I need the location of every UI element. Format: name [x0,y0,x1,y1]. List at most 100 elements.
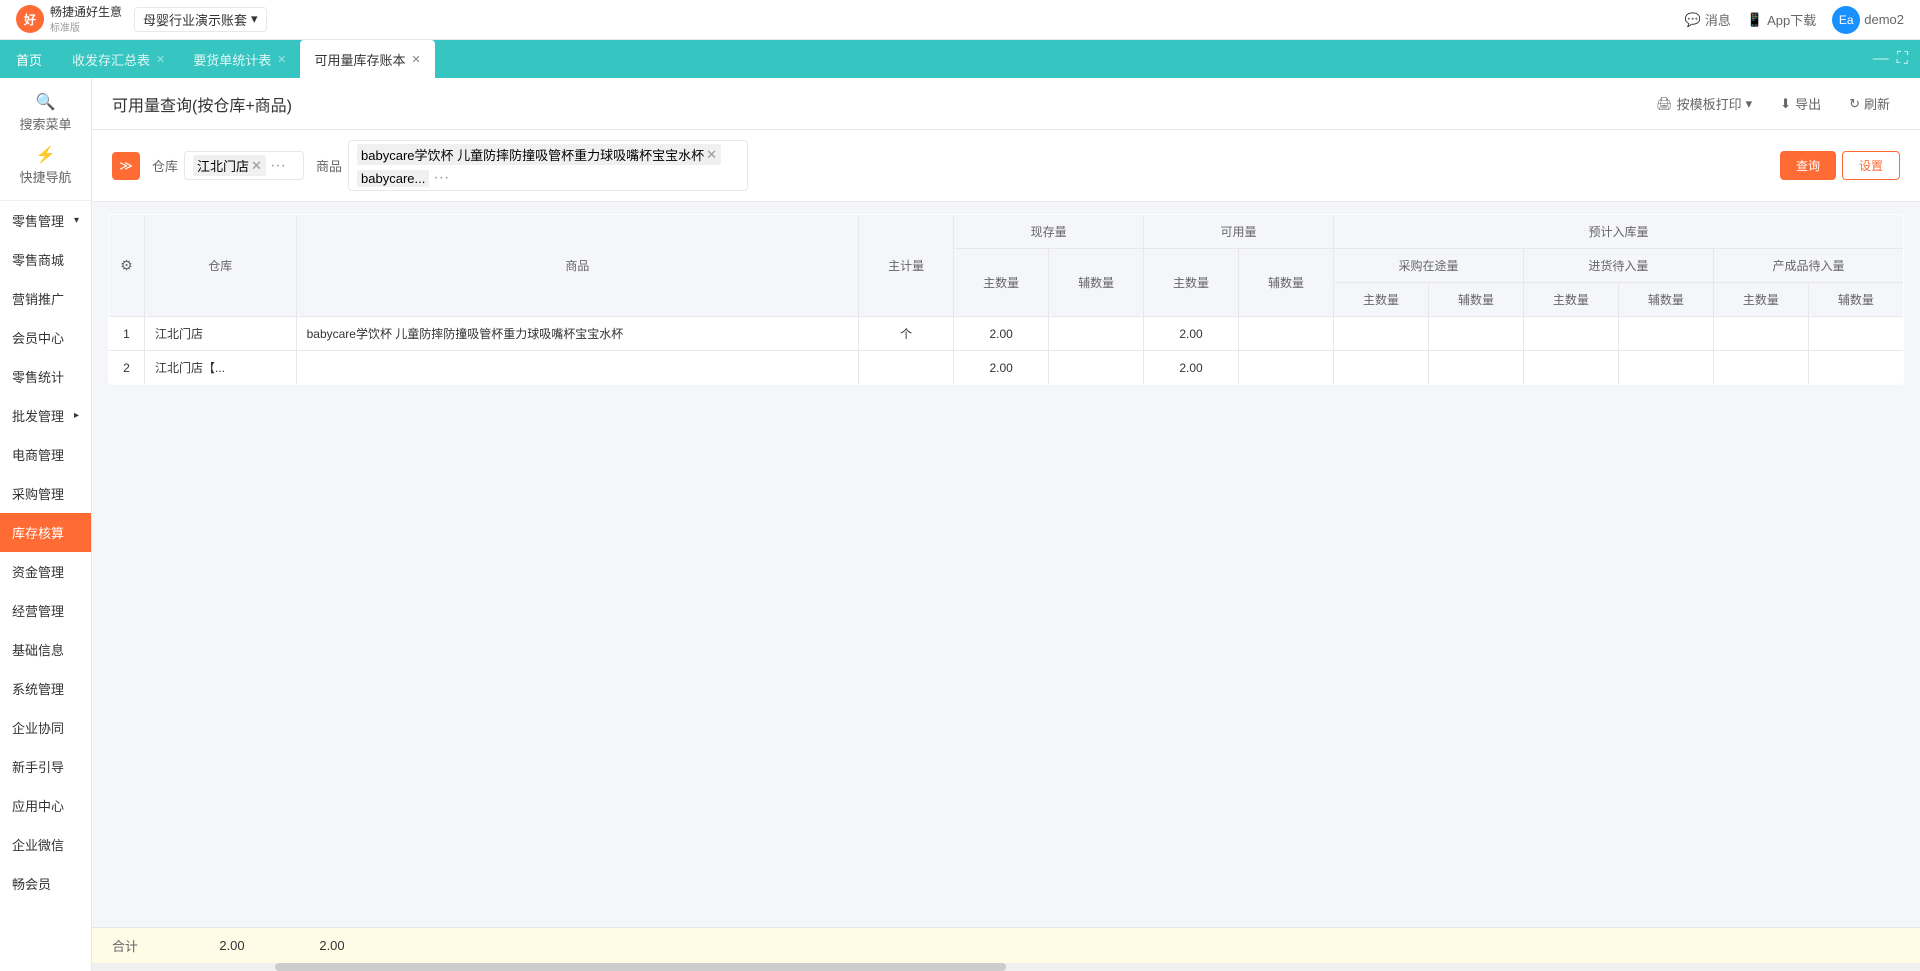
row2-product [296,351,859,385]
tab-available-stock-close[interactable]: ✕ [412,53,421,66]
th-warehouse: 仓库 [145,215,297,317]
sidebar-item-marketing-label: 营销推广 [12,289,64,308]
row1-purch-main [1334,317,1429,351]
th-in-aux: 辅数量 [1618,283,1713,317]
sidebar: 🔍 搜索菜单 ⚡ 快捷导航 零售管理 零售商城 营销推广 会员中心 零售统计 [0,78,92,971]
quick-nav-btn[interactable]: ⚡ 快捷导航 [0,139,91,192]
search-menu-label: 搜索菜单 [19,114,71,133]
filter-toggle-icon: ≫ [119,158,133,174]
tab-receive-close[interactable]: ✕ [156,53,165,66]
tab-order-stat[interactable]: 要货单统计表 ✕ [179,40,300,78]
app-download-btn[interactable]: 📱 App下载 [1747,10,1816,29]
sidebar-item-operation-label: 经营管理 [12,601,64,620]
row1-index: 1 [109,317,145,351]
sidebar-item-basic[interactable]: 基础信息 [0,630,91,669]
sidebar-item-appstore[interactable]: 应用中心 [0,786,91,825]
sidebar-item-wholesale[interactable]: 批发管理 [0,396,91,435]
sidebar-item-member[interactable]: 会员中心 [0,318,91,357]
sidebar-item-system[interactable]: 系统管理 [0,669,91,708]
th-prod-aux: 辅数量 [1808,283,1903,317]
page-header: 可用量查询(按仓库+商品) 🖨 按模板打印 ▾ ⬇ 导出 ↻ 刷新 [92,78,1920,130]
sidebar-item-purchase[interactable]: 采购管理 [0,474,91,513]
horizontal-scrollbar[interactable] [92,963,1920,971]
tab-order-stat-label: 要货单统计表 [193,50,271,69]
sidebar-item-ecommerce[interactable]: 电商管理 [0,435,91,474]
th-purch-aux: 辅数量 [1428,283,1523,317]
sidebar-item-retail-mall[interactable]: 零售商城 [0,240,91,279]
product-input[interactable]: babycare学饮杯 儿童防摔防撞吸管杯重力球吸嘴杯宝宝水杯 ✕ babyca… [348,140,748,191]
export-label: 导出 [1795,94,1821,113]
sidebar-item-guide-label: 新手引导 [12,757,64,776]
tab-minimize-btn[interactable]: — [1873,50,1889,68]
tab-available-stock[interactable]: 可用量库存账本 ✕ [300,40,434,78]
tab-receive-label: 收发存汇总表 [72,50,150,69]
export-icon: ⬇ [1780,96,1791,112]
th-planned-in: 预计入库量 [1334,215,1904,249]
data-table: ⚙ 仓库 商品 主计量 现存量 可用量 预计入库量 主数量 辅数量 主数量 辅数… [108,214,1904,385]
logo-sub: 标准版 [50,19,122,34]
print-btn[interactable]: 🖨 按模板打印 ▾ [1646,90,1762,117]
tab-order-stat-close[interactable]: ✕ [277,53,286,66]
tab-home-label: 首页 [16,50,42,69]
query-btn[interactable]: 查询 [1780,151,1836,180]
sidebar-item-operation[interactable]: 经营管理 [0,591,91,630]
row2-stock-aux [1049,351,1144,385]
warehouse-tag-close[interactable]: ✕ [251,158,262,174]
sidebar-item-vip[interactable]: 畅会员 [0,864,91,903]
product-tag-extra: babycare... [357,170,429,187]
sidebar-item-marketing[interactable]: 营销推广 [0,279,91,318]
sidebar-item-retail-stat[interactable]: 零售统计 [0,357,91,396]
row1-avail-main: 2.00 [1144,317,1239,351]
search-menu-btn[interactable]: 🔍 搜索菜单 [0,86,91,139]
page-title: 可用量查询(按仓库+商品) [112,92,292,116]
sidebar-item-inventory[interactable]: 库存核算 [0,513,91,552]
th-available: 可用量 [1144,215,1334,249]
warehouse-ellipsis[interactable]: ··· [270,157,286,175]
message-btn[interactable]: 💬 消息 [1685,10,1731,29]
company-selector[interactable]: 母婴行业演示账套 ▾ [134,7,267,32]
main-layout: 🔍 搜索菜单 ⚡ 快捷导航 零售管理 零售商城 营销推广 会员中心 零售统计 [0,78,1920,971]
settings-btn[interactable]: 设置 [1842,151,1900,180]
product-ellipsis[interactable]: ··· [433,169,449,187]
logo-text: 畅捷通好生意 [50,5,122,19]
th-avail-main: 主数量 [1144,249,1239,317]
row2-purch-main [1334,351,1429,385]
message-icon: 💬 [1685,12,1701,28]
sidebar-item-retail[interactable]: 零售管理 [0,201,91,240]
filter-toggle-btn[interactable]: ≫ [112,152,140,180]
row2-prod-aux [1808,351,1903,385]
product-tag-close[interactable]: ✕ [706,147,717,163]
th-product: 商品 [296,215,859,317]
warehouse-input[interactable]: 江北门店 ✕ ··· [184,151,304,180]
sidebar-item-guide[interactable]: 新手引导 [0,747,91,786]
th-purch-main: 主数量 [1334,283,1429,317]
footer-values: 2.00 2.00 [192,938,372,953]
sidebar-item-wechat[interactable]: 企业微信 [0,825,91,864]
row2-purch-aux [1428,351,1523,385]
th-incoming-pending: 进货待入量 [1523,249,1713,283]
filter-bar: ≫ 仓库 江北门店 ✕ ··· 商品 babycare学饮杯 儿童防摔防撞吸管杯… [92,130,1920,202]
row1-stock-aux [1049,317,1144,351]
sidebar-item-vip-label: 畅会员 [12,874,51,893]
user-area[interactable]: Ea demo2 [1832,6,1904,34]
sidebar-item-finance[interactable]: 资金管理 [0,552,91,591]
sidebar-item-enterprise[interactable]: 企业协同 [0,708,91,747]
sidebar-item-retail-stat-label: 零售统计 [12,367,64,386]
th-stock-main: 主数量 [954,249,1049,317]
sidebar-item-wechat-label: 企业微信 [12,835,64,854]
tab-receive[interactable]: 收发存汇总表 ✕ [58,40,179,78]
table-row: 2 江北门店【... 2.00 2.00 [109,351,1904,385]
th-prod-main: 主数量 [1713,283,1808,317]
tab-maximize-btn[interactable]: ⛶ [1897,50,1908,68]
print-label: 按模板打印 [1677,94,1742,113]
filter-actions: 查询 设置 [1780,151,1900,180]
gear-icon[interactable]: ⚙ [120,257,133,273]
row2-in-main [1523,351,1618,385]
refresh-btn[interactable]: ↻ 刷新 [1839,90,1900,117]
export-btn[interactable]: ⬇ 导出 [1770,90,1831,117]
row2-warehouse: 江北门店【... [145,351,297,385]
refresh-icon: ↻ [1849,96,1860,112]
tab-home[interactable]: 首页 [0,40,58,78]
sidebar-item-retail-mall-label: 零售商城 [12,250,64,269]
scrollbar-thumb[interactable] [275,963,1006,971]
